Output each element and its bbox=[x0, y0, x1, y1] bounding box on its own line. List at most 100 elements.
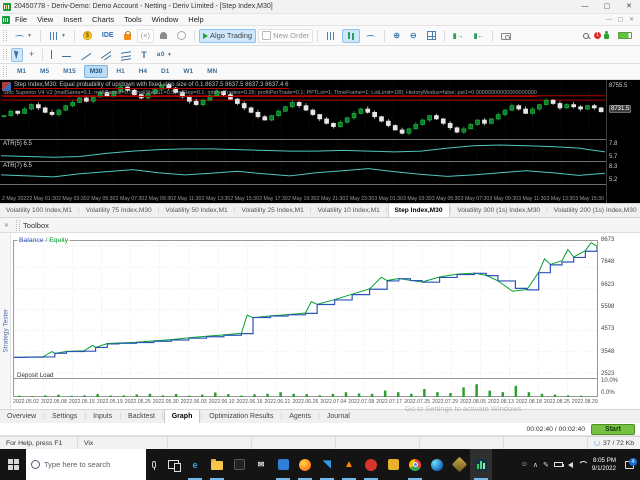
taskbar-search-input[interactable]: Type here to search bbox=[26, 449, 146, 480]
battery-icon[interactable] bbox=[553, 462, 564, 467]
community-button[interactable] bbox=[173, 29, 190, 43]
taskbar-edge-beta-button[interactable] bbox=[426, 449, 448, 480]
atr2-pane[interactable] bbox=[1, 162, 605, 182]
alerts-button[interactable] bbox=[156, 29, 171, 43]
taskbar-clock[interactable]: 8:05 PM 9/1/2022 bbox=[592, 457, 616, 473]
timeframe-button[interactable]: W1 bbox=[177, 65, 199, 78]
atr1-pane[interactable] bbox=[1, 140, 605, 160]
chart-tab[interactable]: Volatility 25 Index,M1 bbox=[235, 207, 309, 214]
chart-tab[interactable]: Volatility 300 (1s) Index,M30 bbox=[451, 207, 546, 214]
timeframe-button[interactable]: M5 bbox=[34, 65, 55, 78]
tile-windows-button[interactable] bbox=[423, 29, 440, 43]
speaker-icon[interactable] bbox=[567, 461, 573, 468]
objects-tool-button[interactable]: a0 ▼ bbox=[153, 48, 176, 62]
cursor-tool-button[interactable] bbox=[11, 47, 23, 62]
network-icon[interactable] bbox=[578, 461, 587, 468]
tester-tab[interactable]: Journal bbox=[320, 410, 357, 423]
price-chart[interactable]: Step Index,M30: Equal probability of up/… bbox=[0, 80, 640, 203]
pen-icon[interactable]: ✎ bbox=[543, 461, 549, 469]
fibonacci-tool-button[interactable] bbox=[117, 48, 135, 62]
timeframe-button[interactable]: H1 bbox=[110, 65, 130, 78]
taskbar-security-button[interactable] bbox=[360, 449, 382, 480]
menu-item[interactable]: View bbox=[32, 15, 58, 24]
strategy-tester-sidebar[interactable]: Strategy Tester bbox=[0, 233, 11, 409]
action-center-button[interactable]: 4 bbox=[621, 457, 637, 469]
microphone-button[interactable] bbox=[146, 449, 162, 480]
toolbox-close-icon[interactable]: ✕ bbox=[0, 222, 13, 229]
tester-tab[interactable]: Backtest bbox=[121, 410, 162, 423]
screenshot-button[interactable] bbox=[497, 29, 515, 43]
vertical-line-tool-button[interactable] bbox=[47, 48, 56, 62]
maximize-icon[interactable]: ▢ bbox=[596, 0, 618, 13]
timeframe-button[interactable]: M15 bbox=[57, 65, 82, 78]
close-icon[interactable]: ✕ bbox=[618, 0, 640, 13]
balance-equity-plot[interactable] bbox=[13, 240, 598, 397]
chart-tab[interactable]: Volatility 75 Index,M30 bbox=[80, 207, 158, 214]
charts-button[interactable]: ▼ bbox=[45, 29, 70, 43]
taskbar-vlc-button[interactable]: ▲ bbox=[338, 449, 360, 480]
menu-item[interactable]: Charts bbox=[87, 15, 119, 24]
mdi-window-controls[interactable]: — ▢ ✕ bbox=[606, 16, 640, 23]
horizontal-line-tool-button[interactable] bbox=[58, 48, 75, 62]
menu-item[interactable]: Window bbox=[147, 15, 184, 24]
menu-item[interactable]: File bbox=[10, 15, 32, 24]
tester-tab[interactable]: Optimization Results bbox=[202, 410, 280, 423]
task-view-button[interactable] bbox=[162, 449, 184, 480]
taskbar-office-button[interactable] bbox=[382, 449, 404, 480]
trendline-tool-button[interactable] bbox=[77, 48, 95, 62]
timeframe-button[interactable]: MN bbox=[201, 65, 223, 78]
menu-item[interactable]: Insert bbox=[58, 15, 87, 24]
zoom-in-button[interactable]: ⊕ bbox=[389, 29, 404, 43]
chart-tab[interactable]: Volatility 200 (1s) Index,M30 bbox=[548, 207, 640, 214]
one-click-trading-toggle[interactable] bbox=[2, 82, 11, 91]
market-button[interactable]: $ bbox=[79, 29, 96, 43]
taskbar-mail-button[interactable]: ✉ bbox=[250, 449, 272, 480]
chart-tab[interactable]: Volatility 100 Index,M1 bbox=[0, 207, 78, 214]
chart-tab[interactable]: Step Index,M30 bbox=[387, 204, 450, 217]
people-icon[interactable]: ☺ bbox=[521, 461, 528, 468]
toolbar-grip[interactable] bbox=[3, 30, 7, 41]
show-hidden-icons[interactable]: ∧ bbox=[533, 461, 538, 469]
taskbar-chrome-button[interactable] bbox=[404, 449, 426, 480]
channel-tool-button[interactable] bbox=[97, 48, 115, 62]
vps-button[interactable] bbox=[120, 29, 135, 43]
timeframe-button[interactable]: M1 bbox=[11, 65, 32, 78]
price-scale[interactable]: 8755.5 8731.5 7.8 5.7 8.3 5.2 bbox=[606, 80, 640, 203]
timeframe-button[interactable]: D1 bbox=[155, 65, 175, 78]
taskbar-wallet-button[interactable] bbox=[448, 449, 470, 480]
new-order-button[interactable]: New Order bbox=[258, 28, 314, 43]
timeframe-button[interactable]: H4 bbox=[133, 65, 153, 78]
shift-right-button[interactable]: ▮← bbox=[470, 29, 489, 43]
taskbar-photos-button[interactable] bbox=[272, 449, 294, 480]
menu-item[interactable]: Tools bbox=[119, 15, 147, 24]
taskbar-store-button[interactable] bbox=[228, 449, 250, 480]
tester-tab[interactable]: Overview bbox=[0, 410, 43, 423]
shift-left-button[interactable]: ▮→ bbox=[449, 29, 468, 43]
taskbar-firefox-button[interactable] bbox=[294, 449, 316, 480]
close-position-button[interactable]: (×) bbox=[136, 28, 154, 43]
taskbar-vscode-button[interactable]: ◥ bbox=[316, 449, 338, 480]
taskbar-metatrader-button[interactable] bbox=[470, 449, 492, 480]
tester-tab[interactable]: Agents bbox=[282, 410, 318, 423]
profiles-button[interactable]: ▼ bbox=[11, 29, 36, 43]
zoom-out-button[interactable]: ⊖ bbox=[406, 29, 421, 43]
tester-tab[interactable]: Inputs bbox=[86, 410, 119, 423]
panel-grip[interactable] bbox=[16, 219, 21, 231]
chart-menu-icon[interactable] bbox=[2, 15, 10, 24]
chart-tab[interactable]: Volatility 10 Index,M1 bbox=[311, 207, 385, 214]
chart-tab[interactable]: Volatility 50 Index,M1 bbox=[159, 207, 233, 214]
algo-trading-button[interactable]: Algo Trading bbox=[198, 28, 257, 43]
timeframe-button[interactable]: M30 bbox=[83, 65, 109, 78]
toolbar-grip[interactable] bbox=[3, 66, 7, 77]
menu-item[interactable]: Help bbox=[183, 15, 208, 24]
taskbar-edge-button[interactable]: e bbox=[184, 449, 206, 480]
toolbar-grip[interactable] bbox=[3, 49, 7, 60]
line-chart-mode-button[interactable] bbox=[362, 29, 380, 43]
start-button[interactable]: Start bbox=[591, 423, 635, 435]
start-menu-button[interactable] bbox=[0, 449, 26, 480]
tester-tab[interactable]: Settings bbox=[45, 410, 84, 423]
text-tool-button[interactable]: T bbox=[137, 48, 151, 62]
metaeditor-button[interactable]: IDE bbox=[98, 29, 118, 43]
candle-chart-mode-button[interactable] bbox=[342, 28, 361, 43]
connection-status-icon[interactable] bbox=[603, 31, 611, 40]
